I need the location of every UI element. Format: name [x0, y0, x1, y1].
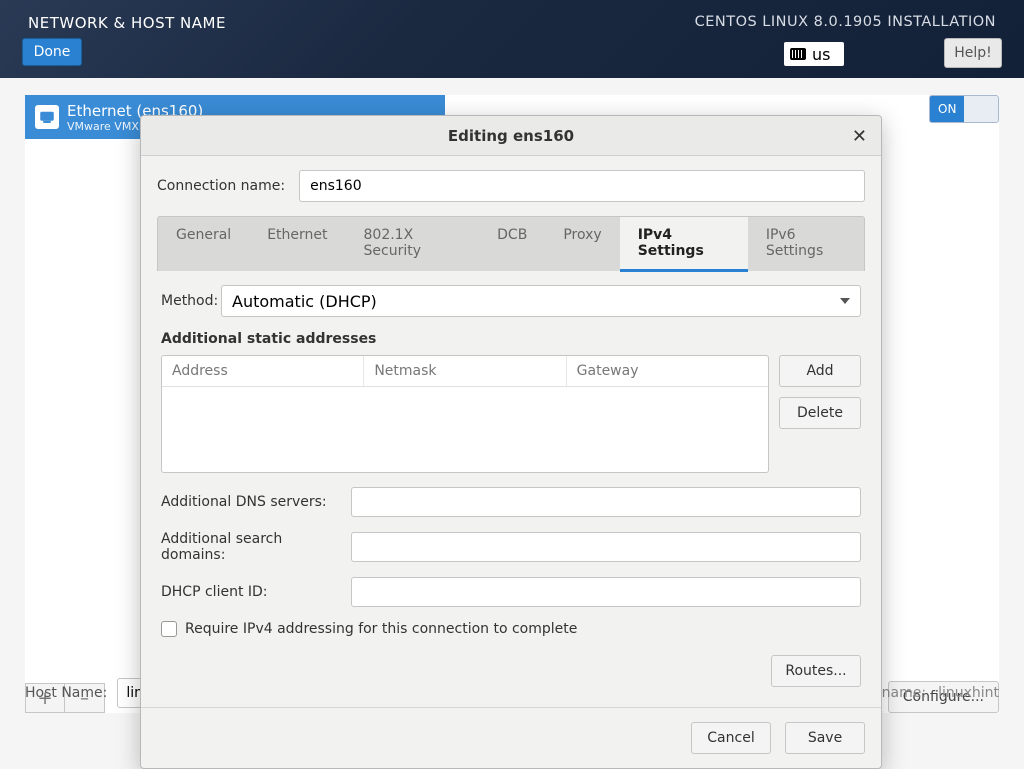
current-hostname-value: linuxhint: [938, 685, 999, 701]
tab-ipv4[interactable]: IPv4 Settings: [620, 217, 748, 272]
dns-servers-input[interactable]: [351, 487, 861, 517]
hostname-label: Host Name:: [25, 685, 107, 701]
ethernet-icon: [35, 105, 59, 129]
keyboard-indicator[interactable]: us: [784, 42, 844, 66]
close-icon[interactable]: ✕: [852, 126, 867, 147]
col-netmask: Netmask: [364, 356, 566, 386]
method-value: Automatic (DHCP): [232, 292, 377, 311]
additional-addresses-heading: Additional static addresses: [161, 331, 861, 347]
search-domains-label: Additional search domains:: [161, 531, 351, 563]
addresses-table[interactable]: Address Netmask Gateway: [161, 355, 769, 473]
dhcp-client-id-label: DHCP client ID:: [161, 584, 351, 600]
tab-general[interactable]: General: [158, 217, 249, 271]
dhcp-client-id-input[interactable]: [351, 577, 861, 607]
method-select[interactable]: Automatic (DHCP): [221, 285, 861, 317]
tab-proxy[interactable]: Proxy: [545, 217, 619, 271]
spoke-title: NETWORK & HOST NAME: [28, 14, 226, 32]
toggle-label: ON: [930, 102, 956, 116]
edit-connection-dialog: Editing ens160 ✕ Connection name: Genera…: [140, 115, 882, 769]
routes-button[interactable]: Routes...: [771, 655, 861, 687]
nic-toggle[interactable]: ON: [929, 95, 999, 123]
chevron-down-icon: [840, 298, 850, 304]
done-button[interactable]: Done: [22, 38, 82, 66]
help-button[interactable]: Help!: [944, 38, 1002, 68]
installer-topbar: NETWORK & HOST NAME CENTOS LINUX 8.0.190…: [0, 0, 1024, 78]
add-address-button[interactable]: Add: [779, 355, 861, 387]
method-label: Method:: [161, 293, 221, 309]
connection-name-label: Connection name:: [157, 178, 285, 194]
save-button[interactable]: Save: [785, 722, 865, 754]
tab-ipv6[interactable]: IPv6 Settings: [748, 217, 864, 271]
product-title: CENTOS LINUX 8.0.1905 INSTALLATION: [695, 14, 996, 30]
ipv4-settings-pane: Method: Automatic (DHCP) Additional stat…: [157, 271, 865, 691]
dns-servers-label: Additional DNS servers:: [161, 494, 351, 510]
tab-dcb[interactable]: DCB: [479, 217, 545, 271]
col-address: Address: [162, 356, 364, 386]
delete-address-button[interactable]: Delete: [779, 397, 861, 429]
tab-strip: General Ethernet 802.1X Security DCB Pro…: [157, 216, 865, 271]
cancel-button[interactable]: Cancel: [691, 722, 771, 754]
col-gateway: Gateway: [567, 356, 768, 386]
dialog-title: Editing ens160: [448, 127, 574, 145]
search-domains-input[interactable]: [351, 532, 861, 562]
keyboard-icon: [790, 48, 806, 60]
dialog-titlebar: Editing ens160 ✕: [141, 116, 881, 156]
keyboard-layout-label: us: [812, 45, 830, 64]
require-ipv4-checkbox[interactable]: [161, 621, 177, 637]
tab-ethernet[interactable]: Ethernet: [249, 217, 345, 271]
require-ipv4-label: Require IPv4 addressing for this connect…: [185, 621, 577, 637]
tab-8021x[interactable]: 802.1X Security: [346, 217, 480, 271]
connection-name-input[interactable]: [299, 170, 865, 202]
